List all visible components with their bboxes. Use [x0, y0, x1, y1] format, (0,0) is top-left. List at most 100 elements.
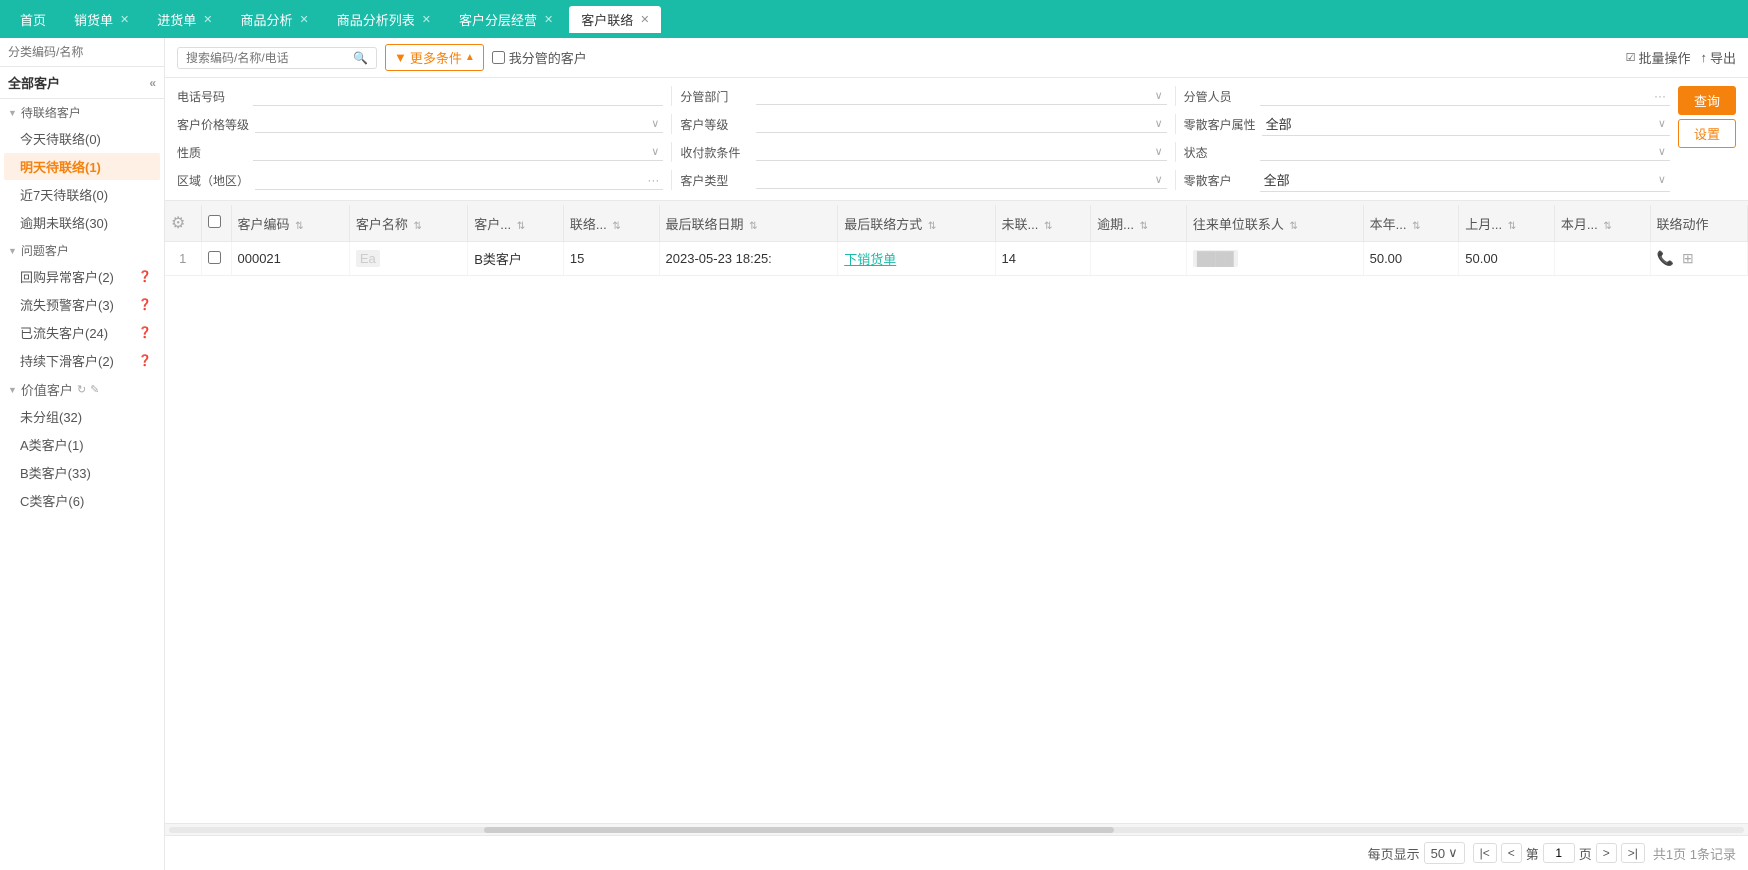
- th-contact-count[interactable]: 联络... ⇅: [563, 205, 659, 242]
- filter-nature-select[interactable]: ∨: [253, 143, 663, 161]
- per-page-box[interactable]: 50 ∨: [1424, 842, 1465, 864]
- close-sales-order-icon[interactable]: ✕: [120, 13, 129, 26]
- more-dots-icon-2[interactable]: ···: [647, 173, 659, 187]
- nav-product-analysis[interactable]: 商品分析 ✕: [228, 6, 320, 33]
- close-customer-stratification-icon[interactable]: ✕: [544, 13, 553, 26]
- gear-icon[interactable]: ⚙: [171, 215, 185, 232]
- filter-payment-select[interactable]: ∨: [756, 143, 1166, 161]
- sidebar-search-input[interactable]: [8, 45, 163, 59]
- th-last-contact-method[interactable]: 最后联络方式 ⇅: [838, 205, 995, 242]
- first-page-button[interactable]: |<: [1473, 843, 1497, 863]
- nav-customer-stratification[interactable]: 客户分层经营 ✕: [447, 6, 565, 33]
- sidebar-item-declining[interactable]: 持续下滑客户(2) ❓: [4, 347, 160, 374]
- value-customer-refresh-icon[interactable]: ↻: [77, 383, 86, 396]
- nav-home[interactable]: 首页: [8, 6, 58, 33]
- sidebar-item-ungrouped[interactable]: 未分组(32): [4, 403, 160, 430]
- sidebar-item-class-c[interactable]: C类客户(6): [4, 487, 160, 514]
- sidebar-item-repurchase-abnormal[interactable]: 回购异常客户(2) ❓: [4, 263, 160, 290]
- th-this-month[interactable]: 本月... ⇅: [1554, 205, 1650, 242]
- filter-dept-select[interactable]: ∨: [756, 87, 1166, 105]
- sidebar-item-today-contact[interactable]: 今天待联络(0): [4, 125, 160, 152]
- nav-customer-contact[interactable]: 客户联络 ✕: [569, 6, 661, 33]
- contact-method-link[interactable]: 下销货单: [844, 252, 896, 267]
- th-gear[interactable]: ⚙: [165, 205, 201, 242]
- filter-retail-cust-select[interactable]: 全部 ∨: [1260, 168, 1670, 192]
- sort-type-icon: ⇅: [517, 221, 525, 232]
- query-button[interactable]: 查询: [1678, 86, 1736, 115]
- th-type[interactable]: 客户... ⇅: [468, 205, 564, 242]
- th-name[interactable]: 客户名称 ⇅: [349, 205, 467, 242]
- filter-phone-input[interactable]: [253, 87, 663, 106]
- th-overdue[interactable]: 逾期... ⇅: [1091, 205, 1187, 242]
- table-row: 1 000021 Ea B类客户 15 2023-05-23 18:25: 下销…: [165, 242, 1748, 276]
- th-this-year[interactable]: 本年... ⇅: [1363, 205, 1459, 242]
- th-last-month[interactable]: 上月... ⇅: [1459, 205, 1555, 242]
- filter-retail-attr: 零散客户属性 全部 ∨: [1184, 112, 1670, 136]
- filter-price-level-select[interactable]: ∨: [255, 115, 663, 133]
- close-customer-contact-icon[interactable]: ✕: [640, 13, 649, 26]
- grid-action-icon[interactable]: ⊞: [1682, 250, 1694, 267]
- more-dots-icon[interactable]: ···: [1654, 89, 1666, 103]
- filter-phone: 电话号码: [177, 87, 663, 106]
- per-page-select: 每页显示 50 ∨: [1368, 842, 1465, 864]
- filter-row-4: 区域（地区） ··· 客户类型 ∨: [177, 168, 1670, 192]
- more-filter-button[interactable]: ▼ 更多条件 ▲: [385, 44, 484, 71]
- batch-operations-button[interactable]: ☑ 批量操作: [1626, 48, 1691, 67]
- sidebar-item-overdue-contact[interactable]: 逾期未联络(30): [4, 209, 160, 236]
- my-customers-checkbox[interactable]: 我分管的客户: [492, 48, 587, 67]
- main-search-icon[interactable]: 🔍: [353, 51, 368, 65]
- filter-region: 区域（地区） ···: [177, 171, 663, 190]
- sidebar-item-week-contact[interactable]: 近7天待联络(0): [4, 181, 160, 208]
- close-product-analysis-list-icon[interactable]: ✕: [422, 13, 431, 26]
- filter-status-select[interactable]: ∨: [1260, 143, 1670, 161]
- filter-dept: 分管部门 ∨: [680, 87, 1166, 105]
- sidebar-item-churned[interactable]: 已流失客户(24) ❓: [4, 319, 160, 346]
- sidebar-item-churn-warning[interactable]: 流失预警客户(3) ❓: [4, 291, 160, 318]
- th-code[interactable]: 客户编码 ⇅: [231, 205, 349, 242]
- sidebar-item-tomorrow-contact[interactable]: 明天待联络(1): [4, 153, 160, 180]
- my-customers-check-input[interactable]: [492, 51, 505, 64]
- filter-region-select[interactable]: ···: [255, 171, 663, 190]
- sidebar-collapse-icon[interactable]: «: [149, 76, 156, 90]
- total-records: 共1页 1条记录: [1653, 844, 1736, 863]
- close-purchase-order-icon[interactable]: ✕: [203, 13, 212, 26]
- prev-page-button[interactable]: <: [1501, 843, 1522, 863]
- next-page-button[interactable]: >: [1596, 843, 1617, 863]
- toolbar: 🔍 ▼ 更多条件 ▲ 我分管的客户 ☑ 批量操作 ↑ 导出: [165, 38, 1748, 78]
- page-number-input[interactable]: [1543, 843, 1575, 863]
- th-unlinkd[interactable]: 未联... ⇅: [995, 205, 1091, 242]
- export-button[interactable]: ↑ 导出: [1700, 48, 1736, 67]
- set-button[interactable]: 设置: [1678, 119, 1736, 148]
- sidebar-item-class-b[interactable]: B类客户(33): [4, 459, 160, 486]
- filter-cust-type-select[interactable]: ∨: [756, 171, 1166, 189]
- select-all-checkbox[interactable]: [208, 215, 221, 228]
- nav-product-analysis-list[interactable]: 商品分析列表 ✕: [325, 6, 443, 33]
- horizontal-scrollbar[interactable]: [165, 823, 1748, 835]
- th-contact-person[interactable]: 往来单位联系人 ⇅: [1186, 205, 1363, 242]
- page-label: 第: [1526, 844, 1539, 863]
- scrollbar-thumb[interactable]: [484, 827, 1114, 833]
- th-last-contact-date[interactable]: 最后联络日期 ⇅: [659, 205, 838, 242]
- filter-retail-cust-label: 零散客户: [1184, 172, 1254, 189]
- last-page-button[interactable]: >|: [1621, 843, 1645, 863]
- sort-overdue-icon: ⇅: [1140, 221, 1148, 232]
- export-icon: ↑: [1700, 50, 1707, 65]
- sidebar-all-customers[interactable]: 全部客户 «: [0, 67, 164, 99]
- row-checkbox: [201, 242, 231, 276]
- row-name: Ea: [349, 242, 467, 276]
- nav-purchase-order[interactable]: 进货单 ✕: [145, 6, 224, 33]
- nav-sales-order[interactable]: 销货单 ✕: [62, 6, 141, 33]
- close-product-analysis-icon[interactable]: ✕: [300, 13, 309, 26]
- sidebar-item-class-a[interactable]: A类客户(1): [4, 431, 160, 458]
- phone-action-icon[interactable]: 📞: [1657, 250, 1674, 267]
- row-num: 1: [165, 242, 201, 276]
- filter-retail-attr-select[interactable]: 全部 ∨: [1262, 112, 1670, 136]
- row-select-checkbox[interactable]: [208, 251, 221, 264]
- filter-payment: 收付款条件 ∨: [680, 143, 1166, 161]
- chevron-down-icon-5: ∨: [651, 145, 659, 158]
- filter-manager-select[interactable]: ···: [1260, 87, 1670, 106]
- filter-cust-level-select[interactable]: ∨: [756, 115, 1166, 133]
- filter-panel: 电话号码 分管部门 ∨ 分管人员: [165, 78, 1748, 201]
- value-customer-edit-icon[interactable]: ✎: [90, 383, 99, 396]
- main-search-input[interactable]: [186, 51, 353, 65]
